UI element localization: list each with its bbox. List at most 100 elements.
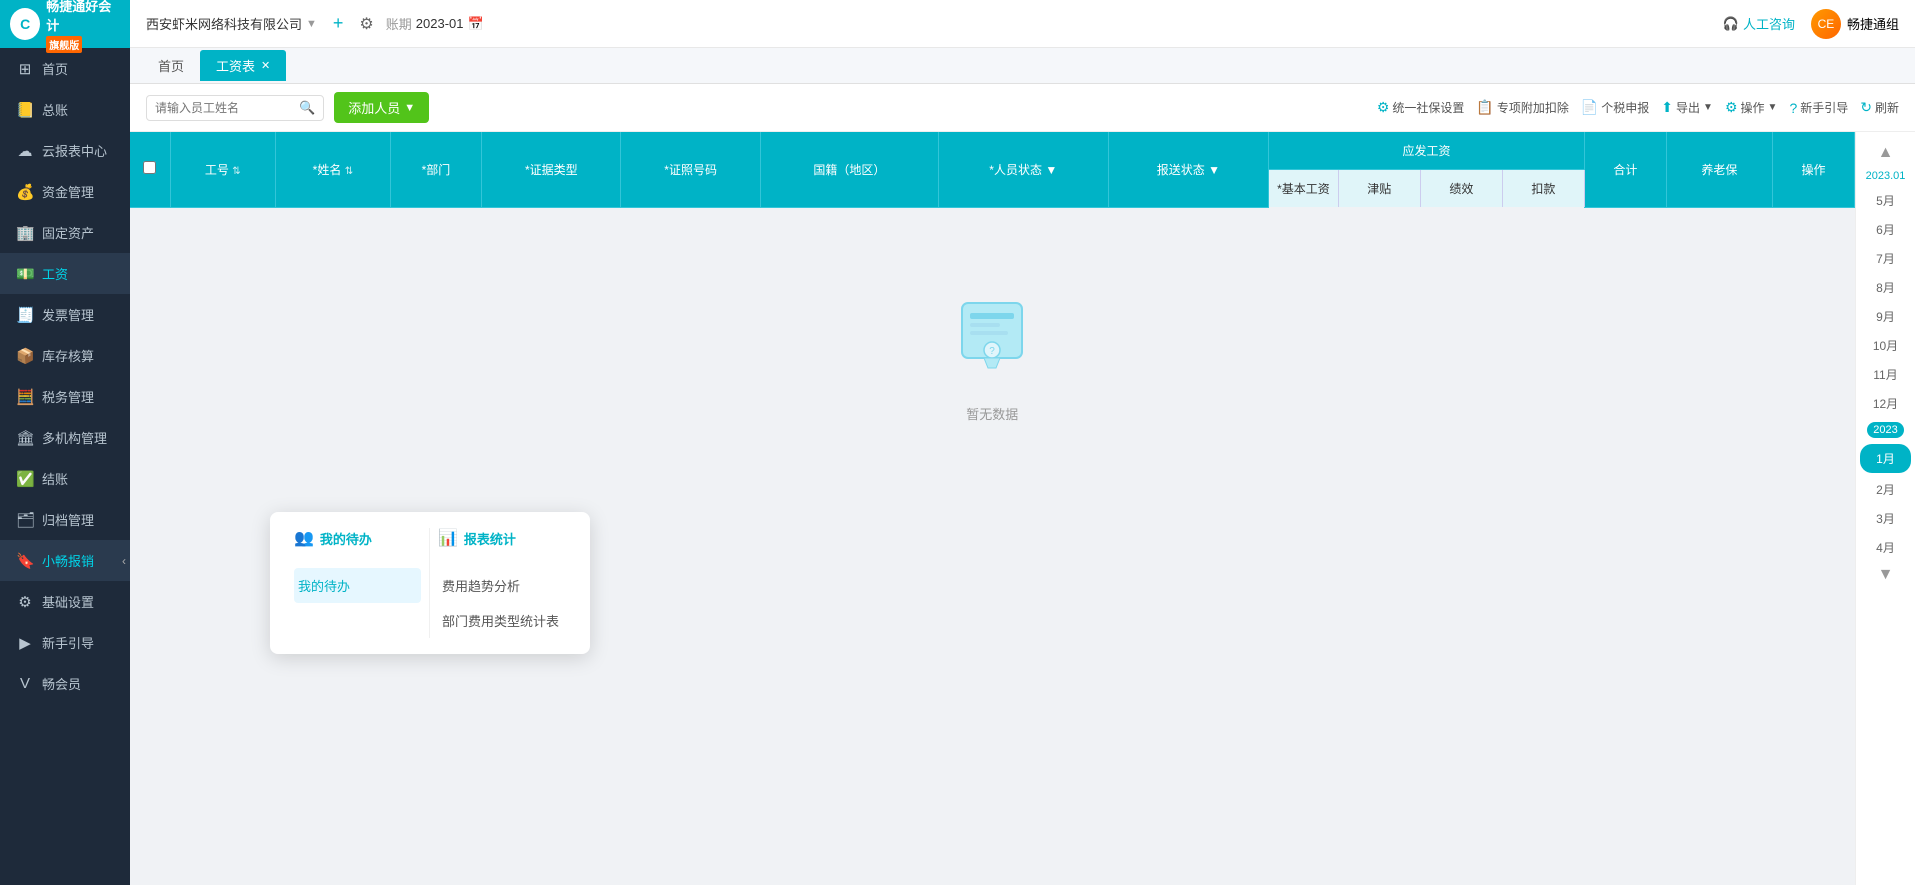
select-all-checkbox[interactable] (143, 161, 156, 174)
sort-name[interactable]: ⇅ (345, 166, 353, 177)
timeline-month-4[interactable]: 4月 (1856, 533, 1915, 562)
popup-item-dept-cost[interactable]: 部门费用类型统计表 (438, 603, 566, 638)
timeline-month-2[interactable]: 2月 (1856, 475, 1915, 504)
main-area: 西安虾米网络科技有限公司 ▼ + ⚙ 账期 2023-01 📅 🎧 人工咨询 C… (130, 0, 1915, 885)
sidebar-item-label: 小畅报销 (42, 551, 94, 570)
export-action[interactable]: ⬆ 导出 ▼ (1661, 99, 1713, 116)
user-menu[interactable]: CE 畅捷通组 (1811, 9, 1899, 39)
operation-icon: ⚙ (1725, 99, 1738, 116)
sidebar-item-tax[interactable]: 🧮 税务管理 (0, 376, 130, 417)
sidebar-item-multi-org[interactable]: 🏛 多机构管理 (0, 417, 130, 458)
popup-item-my-todo[interactable]: 我的待办 (294, 568, 421, 603)
headset-icon: 🎧 (1723, 16, 1739, 32)
tax-icon: 🧮 (16, 388, 34, 406)
timeline-month-3[interactable]: 3月 (1856, 504, 1915, 533)
table-wrap: 工号 ⇅ *姓名 ⇅ *部门 *证据类型 *证照号码 国籍（地区） *人员状态 … (130, 132, 1855, 885)
tab-salary-label: 工资表 (216, 56, 255, 75)
sidebar-item-salary[interactable]: 💵 工资 (0, 253, 130, 294)
multi-org-icon: 🏛 (16, 429, 34, 447)
header-id-no: *证照号码 (621, 132, 760, 207)
filter-report-icon[interactable]: ▼ (1208, 163, 1220, 177)
search-input[interactable] (155, 101, 295, 115)
sidebar-item-fund[interactable]: 💰 资金管理 (0, 171, 130, 212)
timeline-month-6[interactable]: 6月 (1856, 215, 1915, 244)
topbar: 西安虾米网络科技有限公司 ▼ + ⚙ 账期 2023-01 📅 🎧 人工咨询 C… (130, 0, 1915, 48)
empty-text: 暂无数据 (966, 404, 1018, 423)
sidebar-item-invoice[interactable]: 🧾 发票管理 (0, 294, 130, 335)
header-salary-group: 应发工资 (1269, 132, 1585, 170)
deduction-action[interactable]: 📋 专项附加扣除 (1476, 99, 1568, 116)
timeline-month-11[interactable]: 11月 (1856, 360, 1915, 389)
sidebar-item-guide[interactable]: ▶ 新手引导 (0, 622, 130, 663)
header-dept: *部门 (390, 132, 481, 207)
service-label: 人工咨询 (1743, 14, 1795, 33)
popup-col-todo: 👥 我的待办 我的待办 (286, 528, 430, 638)
refresh-action[interactable]: ↻ 刷新 (1860, 99, 1899, 116)
search-box: 🔍 (146, 95, 324, 121)
tax-report-action[interactable]: 📄 个税申报 (1581, 99, 1649, 116)
add-company-button[interactable]: + (333, 13, 344, 34)
timeline-month-1[interactable]: 1月 (1860, 444, 1911, 473)
export-label: 导出 (1676, 99, 1700, 116)
sort-job-no[interactable]: ⇅ (232, 166, 240, 177)
sidebar-item-label: 固定资产 (42, 223, 94, 242)
basic-icon: ⚙ (16, 593, 34, 611)
table-header-row1: 工号 ⇅ *姓名 ⇅ *部门 *证据类型 *证照号码 国籍（地区） *人员状态 … (130, 132, 1855, 170)
search-icon[interactable]: 🔍 (299, 100, 315, 116)
timeline-month-9[interactable]: 9月 (1856, 302, 1915, 331)
timeline: ▲ 2023.01 5月 6月 7月 8月 9月 10月 11月 12月 202… (1855, 132, 1915, 885)
popup-report-title: 📊 报表统计 (438, 528, 566, 556)
company-selector[interactable]: 西安虾米网络科技有限公司 ▼ (146, 14, 317, 33)
header-country: 国籍（地区） (760, 132, 938, 207)
timeline-month-7[interactable]: 7月 (1856, 244, 1915, 273)
sidebar-item-label: 资金管理 (42, 182, 94, 201)
tab-close-icon[interactable]: ✕ (261, 59, 270, 72)
add-person-button[interactable]: 添加人员 ▼ (334, 92, 429, 123)
timeline-nav-up[interactable]: ▲ (1874, 140, 1898, 166)
timeline-month-8[interactable]: 8月 (1856, 273, 1915, 302)
operation-action[interactable]: ⚙ 操作 ▼ (1725, 99, 1777, 116)
my-todo-label: 我的待办 (298, 579, 350, 594)
timeline-month-10[interactable]: 10月 (1856, 331, 1915, 360)
sidebar-item-label: 畅会员 (42, 674, 81, 693)
service-button[interactable]: 🎧 人工咨询 (1723, 14, 1795, 33)
sidebar-item-label: 云报表中心 (42, 141, 107, 160)
sidebar-item-settle[interactable]: ✅ 结账 (0, 458, 130, 499)
timeline-nav-down[interactable]: ▼ (1874, 562, 1898, 588)
tab-home[interactable]: 首页 (142, 50, 200, 81)
todo-title-icon: 👥 (294, 528, 314, 548)
username: 畅捷通组 (1847, 14, 1899, 33)
popup-item-cost-trend[interactable]: 费用趋势分析 (438, 568, 566, 603)
header-job-no: 工号 ⇅ (170, 132, 275, 207)
filter-status-icon[interactable]: ▼ (1045, 163, 1057, 177)
sidebar-item-fixed-assets[interactable]: 🏢 固定资产 (0, 212, 130, 253)
sidebar-item-home[interactable]: ⊞ 首页 (0, 48, 130, 89)
header-action-col: 操作 (1772, 132, 1854, 207)
cloud-icon: ☁ (16, 142, 34, 160)
sidebar-item-archive[interactable]: 🗂 归档管理 (0, 499, 130, 540)
expense-popup: 👥 我的待办 我的待办 📊 报表统计 费用趋势分析 (270, 512, 590, 654)
empty-icon: ? (942, 288, 1042, 388)
sidebar-item-member[interactable]: V 畅会员 (0, 663, 130, 704)
tab-salary[interactable]: 工资表 ✕ (200, 50, 286, 81)
sidebar-item-label: 库存核算 (42, 346, 94, 365)
calendar-icon[interactable]: 📅 (468, 16, 484, 32)
sidebar-item-ledger[interactable]: 📒 总账 (0, 89, 130, 130)
sidebar-item-label: 发票管理 (42, 305, 94, 324)
guide-action[interactable]: ? 新手引导 (1789, 99, 1848, 116)
cost-trend-label: 费用趋势分析 (442, 579, 520, 594)
sidebar-item-expense[interactable]: 🔖 小畅报销 ‹ (0, 540, 130, 581)
guide-icon: ? (1789, 100, 1797, 116)
sidebar-item-inventory[interactable]: 📦 库存核算 (0, 335, 130, 376)
sidebar-item-cloud-report[interactable]: ☁ 云报表中心 (0, 130, 130, 171)
logo-icon: C (10, 8, 40, 40)
timeline-month-5[interactable]: 5月 (1856, 186, 1915, 215)
settings-icon[interactable]: ⚙ (359, 14, 373, 34)
social-insurance-action[interactable]: ⚙ 统一社保设置 (1377, 99, 1465, 116)
header-total: 合计 (1584, 132, 1666, 207)
sidebar-item-basic[interactable]: ⚙ 基础设置 (0, 581, 130, 622)
expense-icon: 🔖 (16, 552, 34, 570)
timeline-month-12[interactable]: 12月 (1856, 389, 1915, 418)
svg-text:?: ? (989, 346, 995, 357)
period-label: 账期 (386, 14, 412, 33)
